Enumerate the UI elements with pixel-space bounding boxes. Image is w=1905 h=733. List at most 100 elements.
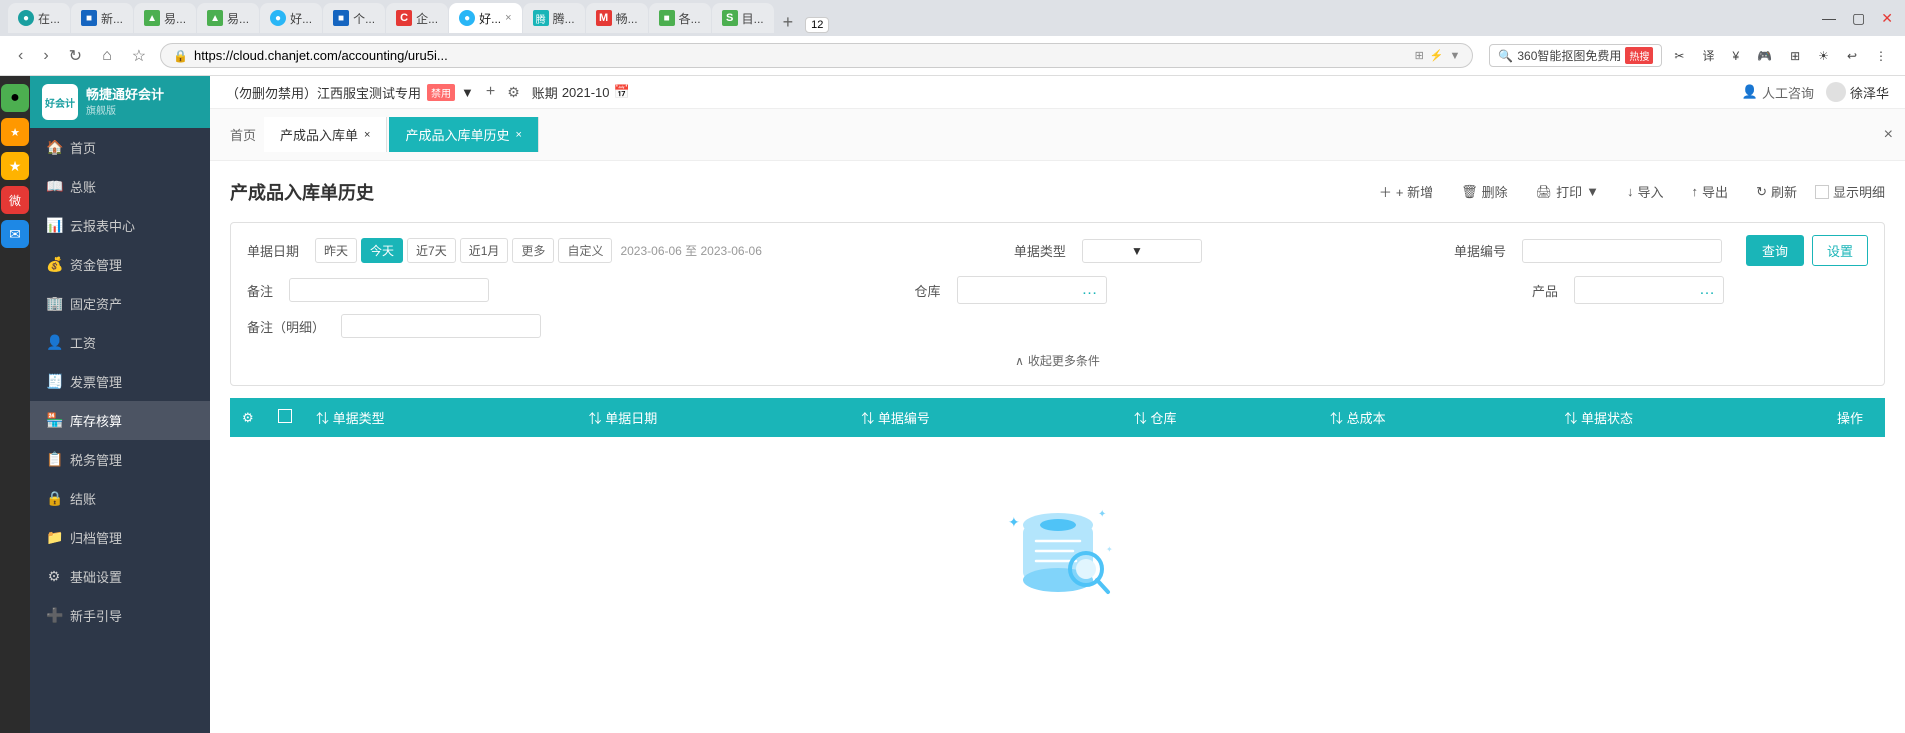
delete-button[interactable]: 🗑 删除 (1451, 177, 1518, 206)
date-btn-today[interactable]: 今天 (361, 238, 403, 263)
app-icon-1[interactable]: ● (1, 84, 29, 112)
bookmark-button[interactable]: ☆ (126, 44, 152, 68)
date-btn-1month[interactable]: 近1月 (460, 238, 509, 263)
refresh-button[interactable]: ↻ (63, 44, 88, 68)
sun-button[interactable]: ☀ (1812, 47, 1835, 65)
translate-button[interactable]: 译 (1696, 45, 1720, 66)
date-btn-yesterday[interactable]: 昨天 (315, 238, 357, 263)
sidebar-header[interactable]: 好会计 畅捷通好会计 旗舰版 (30, 76, 210, 128)
more-button[interactable]: ⋮ (1869, 47, 1893, 65)
sidebar-item-tax[interactable]: 📋 税务管理 (30, 440, 210, 479)
app-icon-sidebar: ● ★ ★ 微 ✉ (0, 76, 30, 733)
doc-type-select[interactable]: ▼ (1082, 239, 1202, 263)
header-checkbox[interactable] (278, 409, 292, 423)
sidebar-item-invoice[interactable]: 🧾 发票管理 (30, 362, 210, 401)
th-settings[interactable]: ⚙ (230, 398, 266, 437)
company-select[interactable]: （勿删勿禁用）江西服宝测试专用 禁用 ▼ (226, 83, 474, 102)
tab-history-close-icon[interactable]: × (515, 129, 521, 141)
browser-tab-7[interactable]: C 企... (386, 3, 448, 33)
empty-svg: ✦ ✦ ✦ (998, 497, 1118, 607)
address-chevron[interactable]: ▼ (1450, 50, 1461, 62)
browser-tab-5[interactable]: ● 好... (260, 3, 322, 33)
add-company-button[interactable]: + (486, 83, 495, 101)
remarks-input[interactable] (289, 278, 489, 302)
new-tab-button[interactable]: + (775, 12, 802, 33)
collapse-button[interactable]: ∧ 收起更多条件 (1011, 348, 1104, 373)
sort-total-cost-icon[interactable]: ⇅ (1330, 411, 1343, 426)
app-icon-3[interactable]: ★ (1, 152, 29, 180)
search-bar[interactable]: 🔍 360智能抠图免费用 热搜 (1489, 44, 1662, 67)
home-button[interactable]: ⌂ (96, 45, 118, 67)
sidebar-item-fixed-assets[interactable]: 🏢 固定资产 (30, 284, 210, 323)
sidebar-label-inventory: 库存核算 (70, 411, 122, 430)
sidebar-item-cash[interactable]: 💰 资金管理 (30, 245, 210, 284)
sidebar-item-archive[interactable]: 📁 归档管理 (30, 518, 210, 557)
yuan-button[interactable]: ¥ (1726, 47, 1745, 65)
sidebar-item-new-entry[interactable]: ➕ 新手引导 (30, 596, 210, 635)
sidebar-item-reports[interactable]: 📊 云报表中心 (30, 206, 210, 245)
grid-button[interactable]: ⊞ (1784, 47, 1806, 65)
warehouse-select[interactable]: … (957, 276, 1107, 304)
browser-tab-6[interactable]: ■ 个... (323, 3, 385, 33)
th-checkbox[interactable] (266, 398, 304, 437)
sort-doc-date-icon[interactable]: ⇅ (589, 411, 602, 426)
display-setting-toggle[interactable]: 显示明细 (1815, 182, 1885, 201)
scissors-button[interactable]: ✂ (1668, 47, 1690, 65)
browser-tab-1[interactable]: ● 在... (8, 3, 70, 33)
sort-warehouse-icon[interactable]: ⇅ (1134, 411, 1147, 426)
browser-tab-3[interactable]: ▲ 易... (134, 3, 196, 33)
ai-consult-link[interactable]: 👤 人工咨询 (1742, 83, 1814, 102)
display-checkbox[interactable] (1815, 185, 1829, 199)
close-button[interactable]: ✕ (1877, 8, 1897, 29)
browser-tab-4[interactable]: ▲ 易... (197, 3, 259, 33)
refresh-button-action[interactable]: ↻ 刷新 (1746, 177, 1807, 206)
forward-button[interactable]: › (37, 45, 54, 67)
add-button[interactable]: ＋ + 新增 (1369, 177, 1443, 206)
browser-tab-8[interactable]: ● 好... × (449, 3, 521, 33)
maximize-button[interactable]: ▢ (1848, 8, 1869, 29)
sidebar-item-home[interactable]: 🏠 首页 (30, 128, 210, 167)
date-btn-custom[interactable]: 自定义 (558, 238, 612, 263)
sort-doc-num-icon[interactable]: ⇅ (861, 411, 874, 426)
game-button[interactable]: 🎮 (1751, 47, 1778, 65)
undo-button[interactable]: ↩ (1841, 47, 1863, 65)
app-icon-2[interactable]: ★ (1, 118, 29, 146)
product-select[interactable]: … (1574, 276, 1724, 304)
detail-remarks-input[interactable] (341, 314, 541, 338)
print-dropdown-icon: ▼ (1586, 184, 1599, 199)
date-btn-more[interactable]: 更多 (512, 238, 554, 263)
sort-doc-type-icon[interactable]: ⇅ (316, 411, 329, 426)
date-btn-7days[interactable]: 近7天 (407, 238, 456, 263)
sidebar-item-inventory[interactable]: 🏪 库存核算 (30, 401, 210, 440)
browser-tab-10[interactable]: M 畅... (586, 3, 648, 33)
panel-close-button[interactable]: × (1872, 126, 1905, 144)
tab-list[interactable]: 产成品入库单 × (264, 117, 387, 152)
browser-tab-12[interactable]: S 目... (712, 3, 774, 33)
browser-tab-11[interactable]: ■ 各... (649, 3, 711, 33)
app-icon-4[interactable]: 微 (1, 186, 29, 214)
print-button[interactable]: 🖨 打印 ▼ (1526, 177, 1609, 206)
app-icon-5[interactable]: ✉ (1, 220, 29, 248)
breadcrumb-home[interactable]: 首页 (230, 125, 256, 144)
tab-list-close-icon[interactable]: × (364, 129, 370, 141)
import-button[interactable]: ↓ 导入 (1617, 177, 1674, 206)
sort-doc-status-icon[interactable]: ⇅ (1564, 411, 1577, 426)
address-bar[interactable]: 🔒 https://cloud.chanjet.com/accounting/u… (160, 43, 1473, 68)
minimize-button[interactable]: — (1818, 8, 1840, 28)
query-button[interactable]: 查询 (1746, 235, 1804, 266)
doc-num-input[interactable] (1522, 239, 1722, 263)
sidebar-item-closing[interactable]: 🔒 结账 (30, 479, 210, 518)
filter-settings-button[interactable]: 设置 (1812, 235, 1868, 266)
tab-close-8[interactable]: × (505, 12, 511, 24)
sidebar-item-settings[interactable]: ⚙ 基础设置 (30, 557, 210, 596)
export-button[interactable]: ↑ 导出 (1682, 177, 1739, 206)
sidebar-item-payroll[interactable]: 👤 工资 (30, 323, 210, 362)
user-profile[interactable]: 徐泽华 (1826, 82, 1889, 102)
sidebar-item-ledger[interactable]: 📖 总账 (30, 167, 210, 206)
company-settings-button[interactable]: ⚙ (507, 84, 520, 101)
calendar-icon[interactable]: 📅 (614, 84, 630, 100)
browser-tab-9[interactable]: 腾 腾... (523, 3, 585, 33)
back-button[interactable]: ‹ (12, 45, 29, 67)
browser-tab-2[interactable]: ■ 新... (71, 3, 133, 33)
tab-history[interactable]: 产成品入库单历史 × (389, 117, 538, 152)
